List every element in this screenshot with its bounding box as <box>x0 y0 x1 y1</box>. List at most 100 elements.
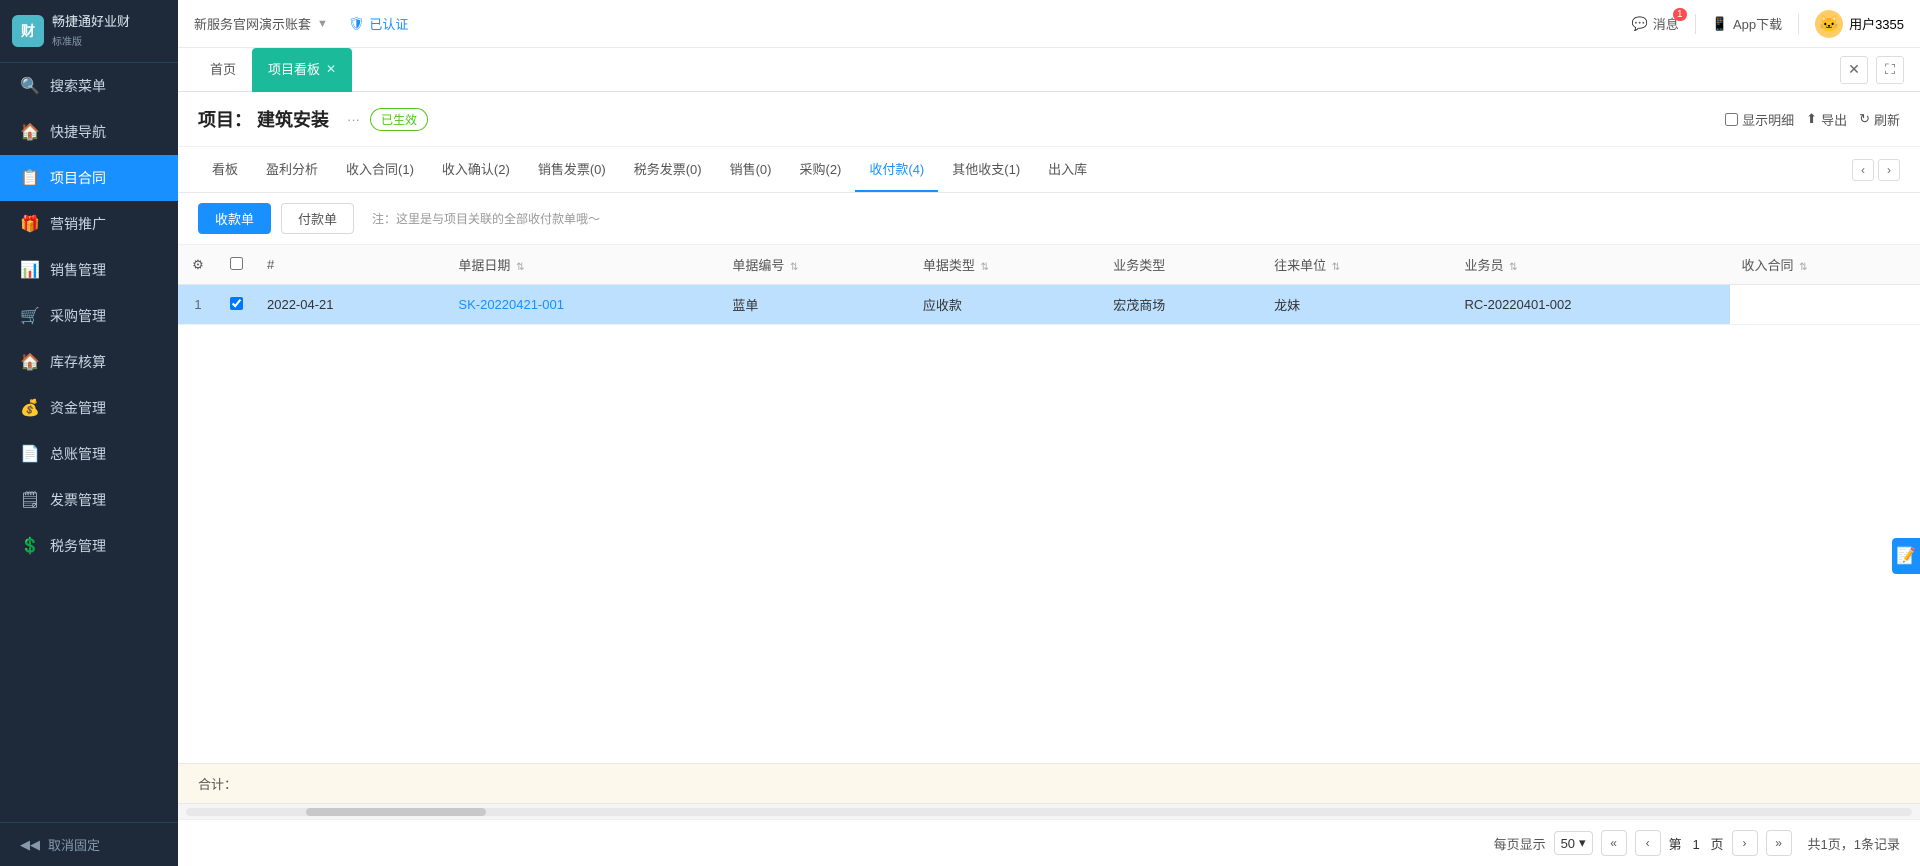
message-icon: 💬 <box>1632 16 1648 32</box>
scrollbar-area[interactable] <box>178 803 1920 819</box>
contract-icon: 📋 <box>20 168 40 188</box>
side-quick-action[interactable]: 📝 <box>1892 538 1920 574</box>
th-settings[interactable]: ⚙ <box>178 245 218 285</box>
th-num: # <box>255 245 446 285</box>
td-checkbox[interactable] <box>218 285 255 325</box>
pagination-first-btn[interactable]: « <box>1601 830 1627 856</box>
scrollbar-track <box>186 808 1912 816</box>
th-checkbox[interactable] <box>218 245 255 285</box>
warehouse-icon: 🏠 <box>20 352 40 372</box>
receipt-number-link[interactable]: SK-20220421-001 <box>458 297 564 312</box>
sort-partner-icon: ⇅ <box>1332 262 1340 273</box>
sub-tab-tax-invoice[interactable]: 税务发票(0) <box>620 147 716 192</box>
sidebar-item-sales[interactable]: 📊 销售管理 <box>0 247 178 293</box>
topbar-actions: 💬 消息 1 📱 App下载 🐱 用户3355 <box>1632 10 1904 38</box>
filter-bar: 收款单 付款单 注：这里是与项目关联的全部收付款单哦～ <box>178 193 1920 245</box>
row-checkbox[interactable] <box>230 297 243 310</box>
tab-home[interactable]: 首页 <box>194 48 252 92</box>
search-icon: 🔍 <box>20 76 40 96</box>
tax-icon: 💲 <box>20 536 40 556</box>
sidebar-item-inventory[interactable]: 🏠 库存核算 <box>0 339 178 385</box>
td-type: 蓝单 <box>720 285 910 325</box>
sidebar-item-marketing[interactable]: 🎁 营销推广 <box>0 201 178 247</box>
scrollbar-thumb[interactable] <box>306 808 486 816</box>
side-quick-icon: 📝 <box>1896 546 1916 566</box>
th-date[interactable]: 单据日期 ⇅ <box>446 245 720 285</box>
sidebar: 财 畅捷通好业财 标准版 🔍 搜索菜单 🏠 快捷导航 📋 项目合同 🎁 营销推广… <box>0 0 178 866</box>
topbar-app-download[interactable]: 📱 App下载 <box>1712 14 1782 33</box>
sidebar-item-tax[interactable]: 💲 税务管理 <box>0 523 178 569</box>
sub-tab-purchase[interactable]: 采购(2) <box>785 147 855 192</box>
app-logo: 财 <box>12 15 44 47</box>
sidebar-item-contracts[interactable]: 📋 项目合同 <box>0 155 178 201</box>
topbar-dropdown-icon[interactable]: ▼ <box>317 18 328 30</box>
tab-close-window-btn[interactable]: ✕ <box>1840 56 1868 84</box>
sub-tab-profit[interactable]: 盈利分析 <box>252 147 332 192</box>
topbar-user[interactable]: 🐱 用户3355 <box>1815 10 1904 38</box>
pagination-last-btn[interactable]: » <box>1766 830 1792 856</box>
app-title: 畅捷通好业财 <box>52 14 130 31</box>
payment-filter-btn[interactable]: 付款单 <box>281 203 354 234</box>
topbar-verified: 🛡 已认证 <box>348 14 409 33</box>
sub-tab-warehouse[interactable]: 出入库 <box>1034 147 1101 192</box>
tab-project-board[interactable]: 项目看板 ✕ <box>252 48 352 92</box>
sub-tabs-next-btn[interactable]: › <box>1878 159 1900 181</box>
sidebar-item-ledger[interactable]: 📄 总账管理 <box>0 431 178 477</box>
select-all-checkbox[interactable] <box>230 257 243 270</box>
money-icon: 💰 <box>20 398 40 418</box>
sort-date-icon: ⇅ <box>516 262 524 273</box>
receipt-filter-btn[interactable]: 收款单 <box>198 203 271 234</box>
sub-tab-sales-invoice[interactable]: 销售发票(0) <box>524 147 620 192</box>
sort-number-icon: ⇅ <box>790 262 798 273</box>
refresh-btn[interactable]: ↻ 刷新 <box>1859 110 1900 129</box>
phone-icon: 📱 <box>1712 16 1728 32</box>
content-wrapper: 📝 ⚙ # 单据日期 ⇅ <box>178 245 1920 866</box>
td-row-num: 1 <box>178 285 218 325</box>
summary-label: 合计： <box>198 777 237 792</box>
page-title: 项目： 建筑安装 <box>198 106 329 132</box>
invoice-icon: 🗒 <box>20 490 40 510</box>
th-income-contract[interactable]: 收入合同 ⇅ <box>1730 245 1920 285</box>
tab-close-icon[interactable]: ✕ <box>326 62 336 76</box>
sub-tab-receipt[interactable]: 收付款(4) <box>855 147 938 192</box>
sort-type-icon: ⇅ <box>980 262 988 273</box>
sub-tab-income-contract[interactable]: 收入合同(1) <box>332 147 428 192</box>
tab-maximize-btn[interactable]: ⛶ <box>1876 56 1904 84</box>
sub-tab-kanban[interactable]: 看板 <box>198 147 252 192</box>
topbar-divider <box>1695 14 1696 34</box>
table-row[interactable]: 1 2022-04-21 SK-20220421-001 蓝单 应收款 宏茂商场… <box>178 285 1920 325</box>
pin-icon: ◀◀ <box>20 837 40 853</box>
summary-bar: 合计： <box>178 763 1920 803</box>
th-partner[interactable]: 往来单位 ⇅ <box>1262 245 1452 285</box>
pagination-prev-btn[interactable]: ‹ <box>1635 830 1661 856</box>
sidebar-item-funds[interactable]: 💰 资金管理 <box>0 385 178 431</box>
per-page-select[interactable]: 50 ▾ <box>1554 831 1593 855</box>
show-detail-input[interactable] <box>1725 113 1738 126</box>
td-number[interactable]: SK-20220421-001 <box>446 285 720 325</box>
pagination-total: 共1页，1条记录 <box>1808 834 1900 853</box>
sub-tab-income-confirm[interactable]: 收入确认(2) <box>428 147 524 192</box>
sub-tabs-prev-btn[interactable]: ‹ <box>1852 159 1874 181</box>
th-type[interactable]: 单据类型 ⇅ <box>911 245 1101 285</box>
th-salesperson[interactable]: 业务员 ⇅ <box>1453 245 1730 285</box>
topbar-project: 新服务官网演示账套 ▼ <box>194 14 328 33</box>
th-number[interactable]: 单据编号 ⇅ <box>720 245 910 285</box>
sub-tab-other-expense[interactable]: 其他收支(1) <box>938 147 1034 192</box>
page-header-actions: 显示明细 ⬆ 导出 ↻ 刷新 <box>1725 110 1900 129</box>
sort-contract-icon: ⇅ <box>1799 262 1807 273</box>
table-container: ⚙ # 单据日期 ⇅ 单据编号 ⇅ <box>178 245 1920 763</box>
sidebar-item-purchase[interactable]: 🛒 采购管理 <box>0 293 178 339</box>
sub-tab-sales[interactable]: 销售(0) <box>716 147 786 192</box>
sidebar-item-invoices[interactable]: 🗒 发票管理 <box>0 477 178 523</box>
tabbar-controls: ✕ ⛶ <box>1840 56 1904 84</box>
td-salesperson: 龙妹 <box>1262 285 1452 325</box>
th-business-type: 业务类型 <box>1101 245 1262 285</box>
sidebar-item-search[interactable]: 🔍 搜索菜单 <box>0 63 178 109</box>
sidebar-item-shortcuts[interactable]: 🏠 快捷导航 <box>0 109 178 155</box>
pagination-next-btn[interactable]: › <box>1732 830 1758 856</box>
page-more-btn[interactable]: ··· <box>347 112 360 127</box>
show-detail-checkbox[interactable]: 显示明细 <box>1725 110 1794 129</box>
export-btn[interactable]: ⬆ 导出 <box>1806 110 1847 129</box>
sidebar-footer-unpin[interactable]: ◀◀ 取消固定 <box>0 822 178 866</box>
topbar-messages[interactable]: 💬 消息 1 <box>1632 14 1679 33</box>
